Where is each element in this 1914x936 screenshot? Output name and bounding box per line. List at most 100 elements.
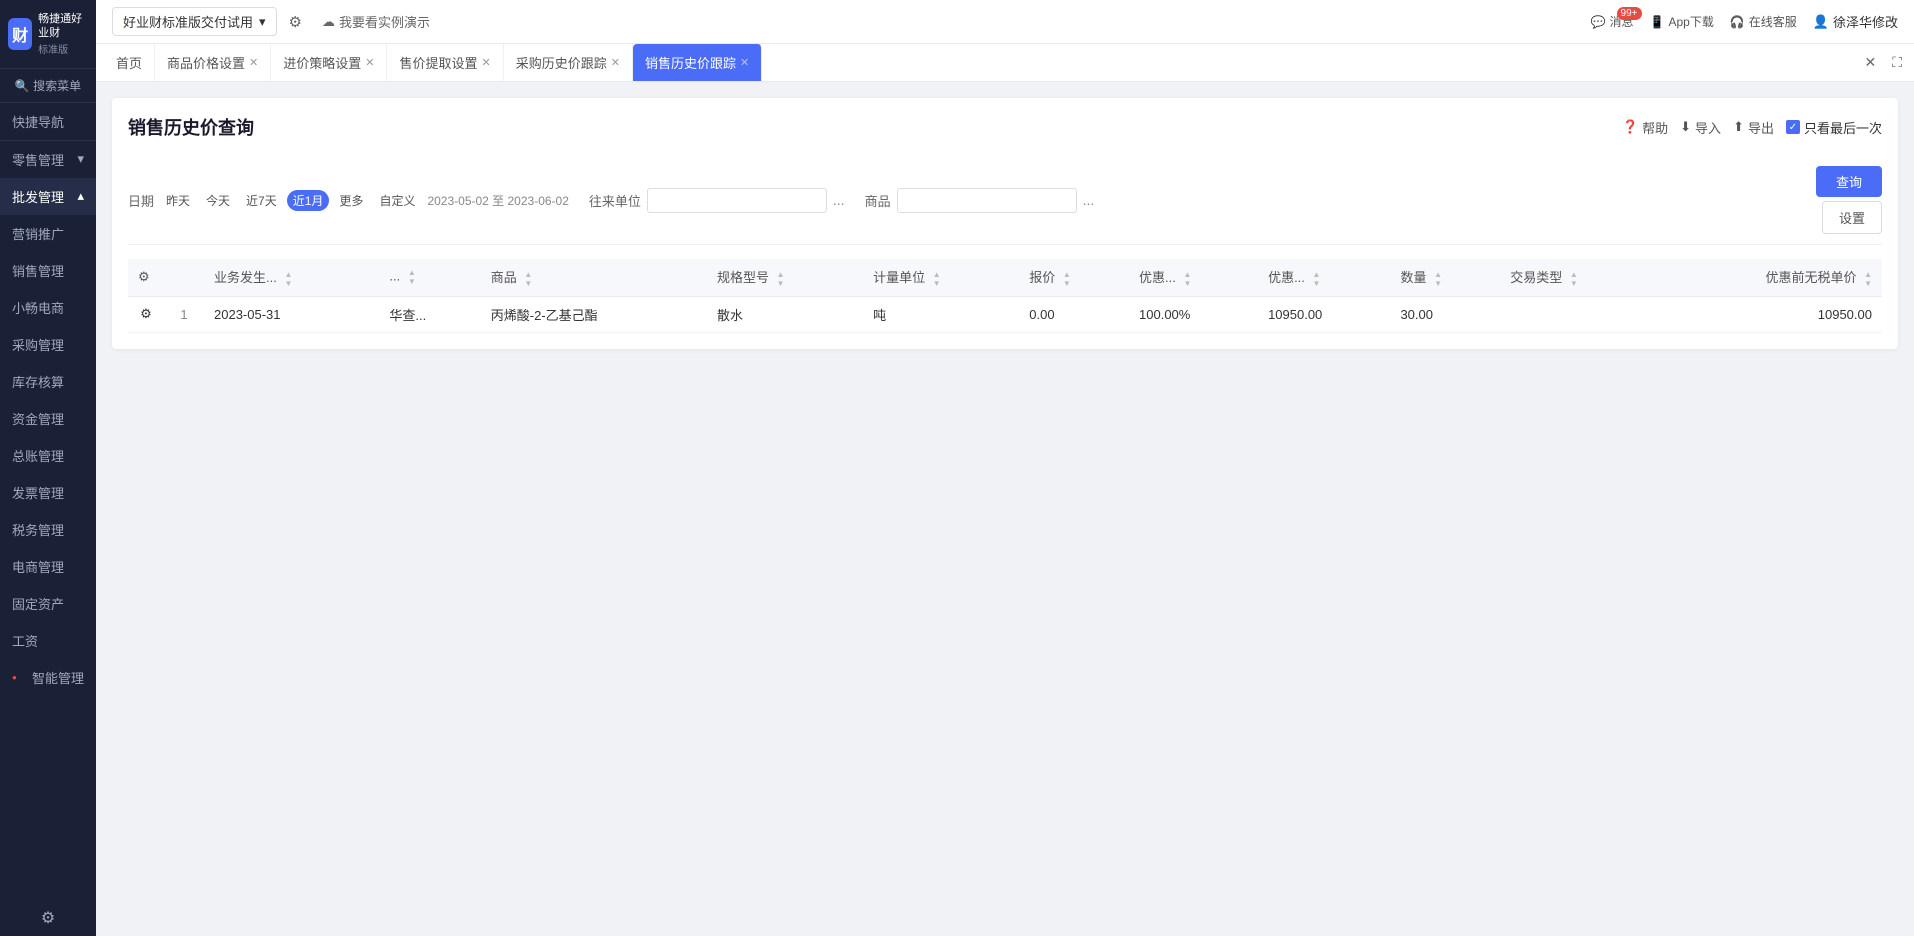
col-trade-type[interactable]: 交易类型 ▲▼ <box>1500 259 1656 296</box>
product-dots-btn[interactable]: ... <box>1083 192 1095 208</box>
supplier-filter-group: 往来单位 ... <box>589 188 845 213</box>
date-last1m[interactable]: 近1月 <box>287 190 330 211</box>
col-price[interactable]: 报价 ▲▼ <box>1019 259 1129 296</box>
sidebar-item-wholesale[interactable]: 批发管理 ▴ <box>0 178 96 215</box>
date-yesterday[interactable]: 昨天 <box>160 190 196 211</box>
sort-spec-icon: ▲▼ <box>777 270 785 288</box>
tab-purchase-strategy[interactable]: 进价策略设置 ✕ <box>271 44 387 82</box>
header-app-download-btn[interactable]: 📱 App下载 <box>1650 13 1714 30</box>
sidebar-item-invoice[interactable]: 发票管理 <box>0 474 96 511</box>
settings-button[interactable]: 设置 <box>1822 201 1882 234</box>
only-last-checkbox[interactable]: ✓ 只看最后一次 <box>1786 118 1882 137</box>
col-spec[interactable]: 规格型号 ▲▼ <box>707 259 863 296</box>
cell-discount1: 100.00% <box>1129 296 1258 332</box>
col-discount1[interactable]: 优惠... ▲▼ <box>1129 259 1258 296</box>
col-extra[interactable]: ... ▲▼ <box>379 259 480 296</box>
header-demo-btn[interactable]: ☁ 我要看实例演示 <box>322 12 430 31</box>
col-gear[interactable]: ⚙ <box>128 259 164 296</box>
data-table: ⚙ 业务发生... ▲▼ ... ▲▼ 商品 ▲▼ <box>128 259 1882 333</box>
supplier-input[interactable] <box>647 188 827 213</box>
logo-text: 畅捷通好业财 <box>38 12 88 41</box>
sort-qty-icon: ▲▼ <box>1434 270 1442 288</box>
chevron-down-icon: ▾ <box>259 14 266 30</box>
date-last7[interactable]: 近7天 <box>240 190 283 211</box>
tab-sales-history[interactable]: 销售历史价跟踪 ✕ <box>633 44 762 82</box>
sidebar-item-sales[interactable]: 销售管理 <box>0 252 96 289</box>
col-discount2[interactable]: 优惠... ▲▼ <box>1258 259 1390 296</box>
sidebar-search[interactable]: 🔍 搜索菜单 <box>0 69 96 103</box>
date-filter-group: 日期 昨天 今天 近7天 近1月 更多 自定义 2023-05-02 至 202… <box>128 190 569 211</box>
sidebar-item-retail[interactable]: 零售管理 ▾ <box>0 141 96 178</box>
sort-unit-icon: ▲▼ <box>933 270 941 288</box>
import-btn[interactable]: ⬇ 导入 <box>1680 118 1721 137</box>
export-btn[interactable]: ⬆ 导出 <box>1733 118 1774 137</box>
sidebar-item-ecommerce[interactable]: 电商管理 <box>0 548 96 585</box>
col-pretax-price[interactable]: 优惠前无税单价 ▲▼ <box>1656 259 1882 296</box>
product-input[interactable] <box>897 188 1077 213</box>
sidebar-item-marketing[interactable]: 营销推广 <box>0 215 96 252</box>
help-btn[interactable]: ❓ 帮助 <box>1622 118 1668 137</box>
online-service-label: 在线客服 <box>1749 13 1797 30</box>
mobile-icon: 📱 <box>1650 15 1665 29</box>
tab-close-btn[interactable]: ✕ <box>1860 52 1880 73</box>
sort-date-icon: ▲▼ <box>284 270 292 288</box>
user-avatar-icon: 👤 <box>1813 14 1829 30</box>
tab-sale-price-close[interactable]: ✕ <box>482 56 491 69</box>
user-name-label: 徐泽华修改 <box>1833 12 1898 31</box>
sidebar-item-finance[interactable]: 资金管理 <box>0 400 96 437</box>
sidebar-item-purchase[interactable]: 采购管理 <box>0 326 96 363</box>
tab-home[interactable]: 首页 <box>104 44 155 82</box>
date-more[interactable]: 更多 <box>333 190 369 211</box>
cell-date: 2023-05-31 <box>204 296 379 332</box>
header-version-dropdown[interactable]: 好业财标准版交付试用 ▾ <box>112 7 277 36</box>
col-product[interactable]: 商品 ▲▼ <box>481 259 707 296</box>
header-right: 💬 消息 99+ 📱 App下载 🎧 在线客服 👤 徐泽华修改 <box>1591 12 1898 31</box>
cell-row-num: 1 <box>164 296 204 332</box>
sidebar-item-salary[interactable]: 工资 <box>0 622 96 659</box>
sort-trade-type-icon: ▲▼ <box>1570 270 1578 288</box>
sidebar-item-tax[interactable]: 税务管理 <box>0 511 96 548</box>
col-unit[interactable]: 计量单位 ▲▼ <box>863 259 1019 296</box>
tab-purchase-strategy-close[interactable]: ✕ <box>365 56 374 69</box>
search-icon: 🔍 <box>15 79 30 93</box>
sidebar-item-general-ledger[interactable]: 总账管理 <box>0 437 96 474</box>
sidebar-section-main: 零售管理 ▾ 批发管理 ▴ 营销推广 销售管理 小畅电商 采购管理 库存核算 资… <box>0 140 96 696</box>
query-button[interactable]: 查询 <box>1816 166 1882 197</box>
date-today[interactable]: 今天 <box>200 190 236 211</box>
filter-actions: 查询 设置 <box>1816 166 1882 234</box>
cell-extra: 华查... <box>379 296 480 332</box>
product-label: 商品 <box>865 191 891 210</box>
sidebar-item-inventory[interactable]: 库存核算 <box>0 363 96 400</box>
sidebar-item-smart[interactable]: 智能管理 <box>0 659 96 696</box>
table-row: ⚙ 1 2023-05-31 华查... 丙烯酸-2-乙基己酯 散水 吨 0.0… <box>128 296 1882 332</box>
top-header: 好业财标准版交付试用 ▾ ⚙ ☁ 我要看实例演示 💬 消息 99+ 📱 App下… <box>96 0 1914 44</box>
sidebar-settings-icon[interactable]: ⚙ <box>41 910 55 927</box>
header-message-btn[interactable]: 💬 消息 99+ <box>1591 13 1634 30</box>
sort-product-icon: ▲▼ <box>524 270 532 288</box>
tab-sale-price[interactable]: 售价提取设置 ✕ <box>387 44 503 82</box>
header-version-text: 好业财标准版交付试用 <box>123 12 253 31</box>
tab-sales-history-close[interactable]: ✕ <box>740 56 749 69</box>
tab-price[interactable]: 商品价格设置 ✕ <box>155 44 271 82</box>
tab-maximize-btn[interactable]: ⛶ <box>1888 52 1906 73</box>
col-qty[interactable]: 数量 ▲▼ <box>1390 259 1500 296</box>
cell-discount2: 10950.00 <box>1258 296 1390 332</box>
tab-purchase-history[interactable]: 采购历史价跟踪 ✕ <box>504 44 633 82</box>
page-content: 销售历史价查询 ❓ 帮助 ⬇ 导入 ⬆ 导出 ✓ <box>96 82 1914 936</box>
date-custom[interactable]: 自定义 <box>373 190 421 211</box>
logo-sub: 标准版 <box>38 41 88 56</box>
sidebar-item-ecommerce-small[interactable]: 小畅电商 <box>0 289 96 326</box>
header-user-btn[interactable]: 👤 徐泽华修改 <box>1813 12 1898 31</box>
supplier-dots-btn[interactable]: ... <box>833 192 845 208</box>
header-settings-icon[interactable]: ⚙ <box>289 13 302 31</box>
cell-row-gear[interactable]: ⚙ <box>128 296 164 332</box>
sidebar-item-quicknav[interactable]: 快捷导航 <box>0 103 96 140</box>
col-date[interactable]: 业务发生... ▲▼ <box>204 259 379 296</box>
sidebar-item-fixed-assets[interactable]: 固定资产 <box>0 585 96 622</box>
cell-qty: 30.00 <box>1390 296 1500 332</box>
sidebar: 财 畅捷通好业财 标准版 🔍 搜索菜单 快捷导航 零售管理 ▾ 批发管理 ▴ 营… <box>0 0 96 936</box>
tab-purchase-history-close[interactable]: ✕ <box>611 56 620 69</box>
col-num <box>164 259 204 296</box>
header-online-service-btn[interactable]: 🎧 在线客服 <box>1730 13 1797 30</box>
tab-price-close[interactable]: ✕ <box>249 56 258 69</box>
